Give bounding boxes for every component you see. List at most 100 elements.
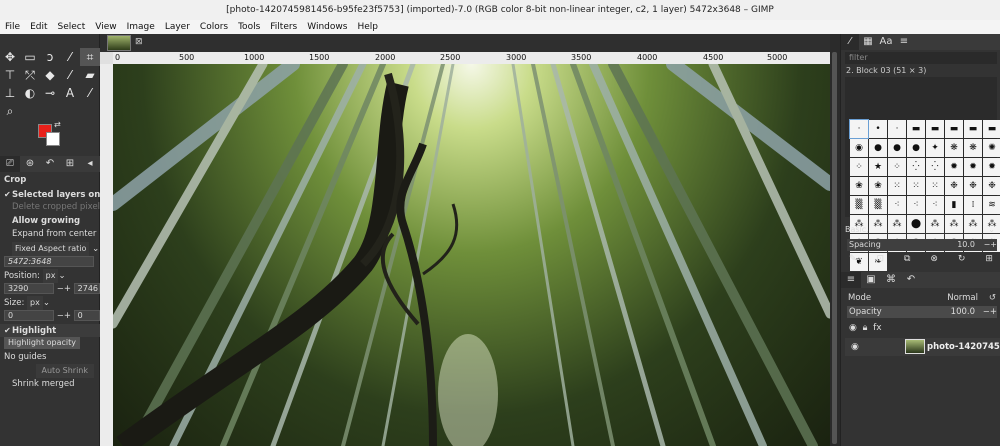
menu-view[interactable]: View <box>90 20 121 34</box>
visibility-header-icon[interactable]: ◉ <box>849 323 857 333</box>
brush-item[interactable]: ✦ <box>926 139 944 157</box>
menu-layer[interactable]: Layer <box>160 20 195 34</box>
delete-cropped-pixels-toggle[interactable]: Delete cropped pixels <box>0 201 100 215</box>
brush-item[interactable]: ▬ <box>964 120 982 138</box>
tab-channels-icon[interactable]: ▣ <box>861 272 881 288</box>
refresh-brushes-icon[interactable]: ↻ <box>958 254 966 268</box>
layer-opacity-slider[interactable]: Opacity 100.0 −+ <box>847 306 997 318</box>
tab-patterns-icon[interactable]: ▦ <box>859 34 877 50</box>
brush-item[interactable]: ⁘ <box>888 158 906 176</box>
tab-undo-icon[interactable]: ↶ <box>40 156 60 172</box>
brush-item[interactable]: ❉ <box>945 177 963 195</box>
brush-item[interactable]: ✹ <box>964 158 982 176</box>
color-picker-tool-icon[interactable]: ⁄ <box>80 84 100 102</box>
tab-brushes-icon[interactable]: ⁄ <box>841 34 859 50</box>
fixed-aspect-toggle[interactable]: Fixed Aspect ratio ⌄ <box>0 241 100 256</box>
menu-help[interactable]: Help <box>352 20 383 34</box>
menu-windows[interactable]: Windows <box>302 20 352 34</box>
effects-icon[interactable]: fx <box>873 323 882 333</box>
brush-item[interactable]: ⁖ <box>888 196 906 214</box>
tab-history-icon[interactable]: ↶ <box>901 272 921 288</box>
tab-fonts-icon[interactable]: Aa <box>877 34 895 50</box>
menu-filters[interactable]: Filters <box>265 20 302 34</box>
reset-mode-icon[interactable]: ↺ <box>989 292 996 304</box>
menu-tools[interactable]: Tools <box>233 20 265 34</box>
move-tool-icon[interactable]: ✥ <box>0 48 20 66</box>
brush-item[interactable]: ⁛ <box>926 158 944 176</box>
brush-item[interactable]: ▬ <box>907 120 925 138</box>
close-icon[interactable]: ⊠ <box>135 37 143 47</box>
size-unit-select[interactable]: px <box>27 296 43 310</box>
brush-item[interactable]: ✺ <box>983 139 1000 157</box>
layer-row[interactable]: ◉ photo-14207459814 <box>845 338 1000 356</box>
rect-select-tool-icon[interactable]: ▭ <box>20 48 40 66</box>
brush-item[interactable]: ▬ <box>945 120 963 138</box>
brush-item[interactable]: ▮ <box>945 196 963 214</box>
brush-item[interactable]: ⁙ <box>926 177 944 195</box>
fuzzy-select-tool-icon[interactable]: ⁄ <box>60 48 80 66</box>
size-w-field[interactable]: 0 <box>4 309 54 321</box>
brush-item[interactable]: ▬ <box>926 120 944 138</box>
shrink-merged-toggle[interactable]: Shrink merged <box>0 378 100 392</box>
dodge-tool-icon[interactable]: ⊸ <box>40 84 60 102</box>
image-tab-thumbnail[interactable] <box>107 35 131 51</box>
brush-item[interactable]: ▒ <box>850 196 868 214</box>
menu-select[interactable]: Select <box>53 20 91 34</box>
guides-select[interactable]: No guides <box>0 351 100 365</box>
layer-mode-select[interactable]: Normal <box>947 292 978 304</box>
eraser-tool-icon[interactable]: ▰ <box>80 66 100 84</box>
brush-item[interactable]: ❋ <box>945 139 963 157</box>
brush-item[interactable]: ▬ <box>983 120 1000 138</box>
brush-item[interactable]: ⁛ <box>907 158 925 176</box>
brush-item[interactable]: ● <box>869 139 887 157</box>
lasso-tool-icon[interactable]: ↄ <box>40 48 60 66</box>
brush-item[interactable]: ❀ <box>850 177 868 195</box>
brush-item[interactable]: ▒ <box>869 196 887 214</box>
brush-item[interactable]: ⁙ <box>888 177 906 195</box>
brush-item[interactable]: ⁖ <box>907 196 925 214</box>
tab-menu-icon[interactable]: ◂ <box>80 156 100 172</box>
highlight-opacity-slider[interactable]: Highlight opacity <box>4 337 81 350</box>
brush-item[interactable]: · <box>849 119 869 139</box>
size-h-field[interactable]: 0 <box>73 309 100 321</box>
open-as-image-icon[interactable]: ⊞ <box>985 254 993 268</box>
menu-colors[interactable]: Colors <box>195 20 233 34</box>
tab-tool-options-icon[interactable]: ⎚ <box>0 156 20 172</box>
lock-icon[interactable]: 🔒︎ <box>863 323 868 333</box>
transform-tool-icon[interactable]: ⊤ <box>0 66 20 84</box>
brush-item[interactable]: • <box>869 120 887 138</box>
bucket-fill-tool-icon[interactable]: ◆ <box>40 66 60 84</box>
delete-brush-icon[interactable]: ⊗ <box>930 254 938 268</box>
smudge-tool-icon[interactable]: ◐ <box>20 84 40 102</box>
ratio-field[interactable]: 5472:3648 <box>4 255 94 267</box>
new-brush-icon[interactable]: ⊡ <box>877 254 885 268</box>
allow-growing-toggle[interactable]: Allow growing <box>0 215 100 229</box>
brush-item[interactable]: ⁖ <box>926 196 944 214</box>
crop-tool-icon[interactable]: ⌗ <box>80 48 100 66</box>
eye-icon[interactable]: ◉ <box>851 338 859 356</box>
image-canvas[interactable] <box>113 64 830 446</box>
brush-item[interactable]: ⁘ <box>850 158 868 176</box>
menu-edit[interactable]: Edit <box>25 20 52 34</box>
position-unit-select[interactable]: px <box>42 269 59 283</box>
fixed-aspect-select[interactable]: Fixed Aspect ratio <box>12 241 90 256</box>
menu-image[interactable]: Image <box>122 20 160 34</box>
duplicate-brush-icon[interactable]: ⧉ <box>904 254 910 268</box>
spacing-stepper-icon[interactable]: −+ <box>984 239 997 251</box>
color-swatches[interactable]: ⇄ <box>34 120 64 150</box>
brush-item[interactable]: ● <box>907 139 925 157</box>
auto-shrink-button[interactable]: Auto Shrink <box>35 364 94 378</box>
position-y-field[interactable]: 2746 <box>73 282 100 294</box>
clone-tool-icon[interactable]: ⊥ <box>0 84 20 102</box>
selected-layers-only-toggle[interactable]: ✔Selected layers only <box>0 188 100 202</box>
position-x-field[interactable]: 3290 <box>4 282 54 294</box>
warp-tool-icon[interactable]: ⤱ <box>20 66 40 84</box>
tab-images-icon[interactable]: ⊞ <box>60 156 80 172</box>
brush-item[interactable]: ❉ <box>983 177 1000 195</box>
ruler-top[interactable]: 0 500 1000 1500 2000 2500 3000 3500 4000… <box>113 52 830 64</box>
ruler-left[interactable] <box>100 64 113 446</box>
paintbrush-tool-icon[interactable]: ⁄ <box>60 66 80 84</box>
opacity-stepper-icon[interactable]: −+ <box>983 306 997 318</box>
text-tool-icon[interactable]: A <box>60 84 80 102</box>
expand-from-center-toggle[interactable]: Expand from center <box>0 228 100 242</box>
